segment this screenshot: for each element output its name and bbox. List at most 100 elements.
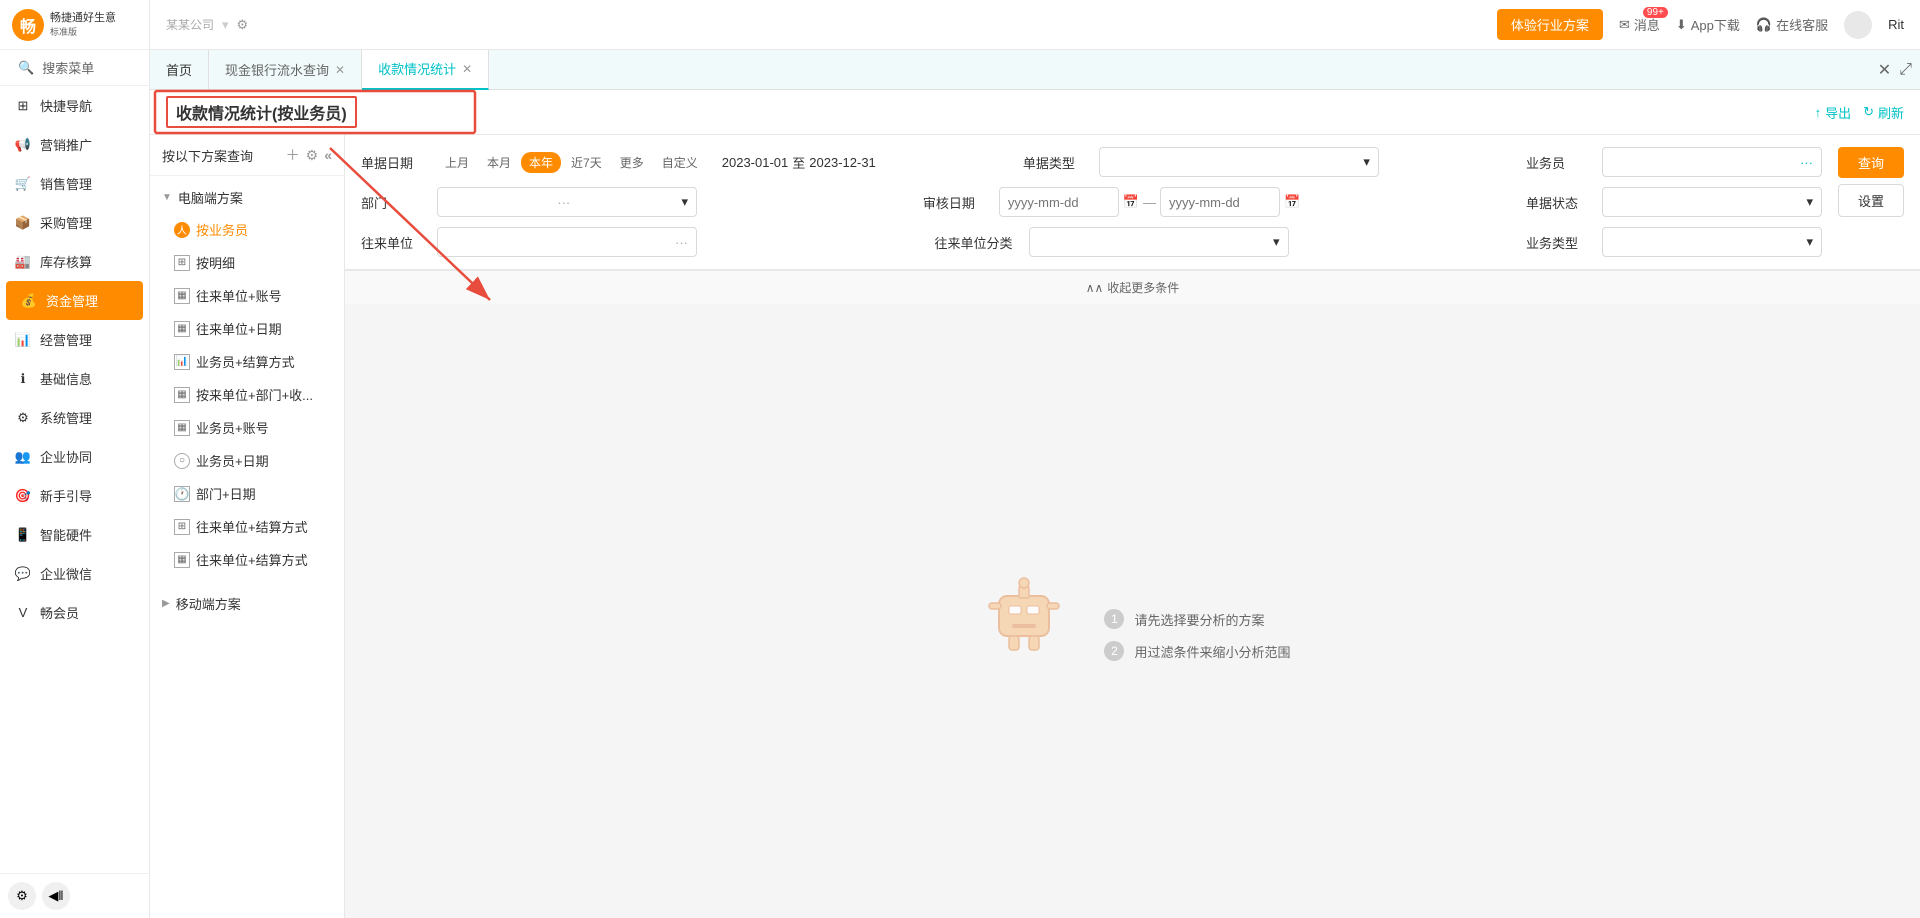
dept-label: 部门 (361, 193, 421, 212)
query-btn[interactable]: 查询 (1838, 147, 1904, 178)
sidebar-item-member[interactable]: V 畅会员 (0, 593, 149, 632)
close-tab-icon[interactable]: ✕ (1878, 60, 1891, 80)
review-date-calendar-end[interactable]: 📅 (1284, 194, 1300, 210)
manage-scheme-icon[interactable]: ⚙ (306, 147, 319, 164)
tab-home[interactable]: 首页 (150, 50, 209, 90)
tree-item-partner-dept[interactable]: ▦ 按来单位+部门+收... (150, 378, 344, 411)
tree-item-partner-account[interactable]: ▦ 往来单位+账号 (150, 279, 344, 312)
date-tabs: 上月 本月 本年 近7天 更多 自定义 (437, 152, 706, 173)
partner-date-icon: ▦ (174, 321, 190, 337)
message-icon: ✉ (1619, 17, 1630, 33)
app-download-label: App下载 (1691, 15, 1740, 34)
dept-date-icon: 🕐 (174, 486, 190, 502)
export-btn[interactable]: ↑ 导出 (1815, 103, 1852, 122)
tree-item-salesman-settle[interactable]: 📊 业务员+结算方式 (150, 345, 344, 378)
tree-item-dept-date[interactable]: 🕐 部门+日期 (150, 477, 344, 510)
date-start: 2023-01-01 (722, 155, 789, 170)
sidebar-item-guide[interactable]: 🎯 新手引导 (0, 476, 149, 515)
sidebar-item-inventory[interactable]: 🏭 库存核算 (0, 242, 149, 281)
settings-icon: ⚙ (14, 409, 32, 427)
sidebar-item-wechat[interactable]: 💬 企业微信 (0, 554, 149, 593)
notification-btn[interactable]: ✉ 消息 99+ (1619, 15, 1660, 34)
sidebar-item-search-menu[interactable]: 🔍 搜索菜单 (0, 50, 149, 86)
sidebar-item-purchase[interactable]: 📦 采购管理 (0, 203, 149, 242)
tab-bank-flow[interactable]: 现金银行流水查询 ✕ (209, 50, 362, 90)
review-date-calendar-start[interactable]: 📅 (1123, 194, 1139, 210)
filter-area: 单据日期 上月 本月 本年 近7天 更多 自定义 2023-01-01 (345, 135, 1920, 270)
sidebar-item-basic-info[interactable]: ℹ 基础信息 (0, 359, 149, 398)
date-tab-last-month[interactable]: 上月 (437, 152, 477, 173)
date-field-label: 单据日期 (361, 153, 421, 172)
online-service-btn[interactable]: 🎧 在线客服 (1756, 15, 1828, 34)
tree-item-partner-settle2[interactable]: ▦ 往来单位+结算方式 (150, 543, 344, 576)
business-type-select[interactable]: ▾ (1602, 227, 1822, 257)
filter-row-3: 往来单位 ··· 往来单位分类 ▾ (361, 227, 1822, 257)
tree-item-label-partner-account: 往来单位+账号 (196, 286, 282, 305)
collapse-sidebar-icon[interactable]: ◀‖ (42, 882, 70, 910)
date-tab-last-7[interactable]: 近7天 (563, 152, 610, 173)
logo-icon: 畅 (12, 9, 44, 41)
sidebar-item-enterprise[interactable]: 👥 企业协同 (0, 437, 149, 476)
dept-more-icon[interactable]: ··· (557, 195, 570, 210)
panel-title: 按以下方案查询 (162, 146, 253, 165)
review-date-start[interactable] (999, 187, 1119, 217)
settings-btn[interactable]: 设置 (1838, 184, 1904, 217)
doc-status-select[interactable]: ▾ (1602, 187, 1822, 217)
salesman-date-icon: ○ (174, 453, 190, 469)
review-date-end[interactable] (1160, 187, 1280, 217)
sidebar-item-operation[interactable]: 📊 经营管理 (0, 320, 149, 359)
salesman-more-icon[interactable]: ··· (1800, 155, 1813, 170)
maximize-icon[interactable]: ⤢ (1899, 61, 1912, 79)
dept-select[interactable]: ··· ▾ (437, 187, 697, 217)
review-date-label: 审核日期 (923, 193, 983, 212)
team-icon: 👥 (14, 448, 32, 466)
sidebar-item-finance[interactable]: 💰 资金管理 (6, 281, 143, 320)
date-tab-this-year[interactable]: 本年 (521, 152, 561, 173)
tab-bank-flow-close[interactable]: ✕ (335, 63, 345, 77)
app-download-btn[interactable]: ⬇ App下载 (1676, 15, 1740, 34)
sidebar-item-quick-nav[interactable]: ⊞ 快捷导航 (0, 86, 149, 125)
collapse-bar[interactable]: ∧∧ 收起更多条件 (345, 270, 1920, 304)
tree-item-partner-date[interactable]: ▦ 往来单位+日期 (150, 312, 344, 345)
logo-text-area: 畅捷通好生意 标准版 (50, 11, 116, 38)
partner-select[interactable]: ··· (437, 227, 697, 257)
add-scheme-icon[interactable]: ＋ (286, 145, 300, 165)
review-date-dash: — (1143, 195, 1156, 210)
date-tab-more[interactable]: 更多 (612, 152, 652, 173)
tree-item-salesman-date[interactable]: ○ 业务员+日期 (150, 444, 344, 477)
date-tab-this-month[interactable]: 本月 (479, 152, 519, 173)
tip-text-2: 用过滤条件来缩小分析范围 (1134, 642, 1290, 661)
tree-item-by-detail[interactable]: ⊞ 按明细 (150, 246, 344, 279)
sidebar-item-system[interactable]: ⚙ 系统管理 (0, 398, 149, 437)
doc-type-select[interactable]: ▾ (1099, 147, 1379, 177)
salesman-label: 业务员 (1526, 153, 1586, 172)
tip-number-1: 1 (1104, 609, 1124, 629)
tree-header-desktop[interactable]: ▼ 电脑端方案 (150, 182, 344, 213)
user-avatar[interactable] (1844, 11, 1872, 39)
sidebar-item-smart-hw[interactable]: 📱 智能硬件 (0, 515, 149, 554)
gear-settings-icon[interactable]: ⚙ (237, 17, 249, 33)
tree-item-by-salesman[interactable]: 人 按业务员 (150, 213, 344, 246)
filter-row-1: 单据日期 上月 本月 本年 近7天 更多 自定义 2023-01-01 (361, 147, 1822, 177)
sidebar-item-sales[interactable]: 🛒 销售管理 (0, 164, 149, 203)
salesman-account-icon: ▦ (174, 420, 190, 436)
info-icon: ℹ (14, 370, 32, 388)
partner-category-select[interactable]: ▾ (1029, 227, 1289, 257)
sidebar-item-marketing[interactable]: 📢 营销推广 (0, 125, 149, 164)
tree-header-mobile[interactable]: ▶ 移动端方案 (150, 588, 344, 619)
settings-bottom-icon[interactable]: ⚙ (8, 882, 36, 910)
tree-item-partner-settle1[interactable]: ⊞ 往来单位+结算方式 (150, 510, 344, 543)
tree-section-desktop: ▼ 电脑端方案 人 按业务员 ⊞ 按明细 ▦ 往来单位+账号 ▦ 往来单位+ (150, 176, 344, 582)
page-header: 收款情况统计(按业务员) ↑ 导出 ↻ 刷新 (150, 90, 1920, 135)
salesman-select[interactable]: ··· (1602, 147, 1822, 177)
trial-btn[interactable]: 体验行业方案 (1497, 9, 1603, 40)
service-icon: 🎧 (1756, 17, 1772, 33)
tab-receipt-stats[interactable]: 收款情况统计 ✕ (362, 50, 489, 90)
partner-more-icon[interactable]: ··· (675, 235, 688, 250)
refresh-icon: ↻ (1863, 104, 1874, 120)
tab-receipt-stats-close[interactable]: ✕ (462, 62, 472, 76)
refresh-btn[interactable]: ↻ 刷新 (1863, 103, 1904, 122)
date-tab-custom[interactable]: 自定义 (654, 152, 706, 173)
tree-item-salesman-account[interactable]: ▦ 业务员+账号 (150, 411, 344, 444)
collapse-panel-icon[interactable]: « (324, 147, 332, 163)
